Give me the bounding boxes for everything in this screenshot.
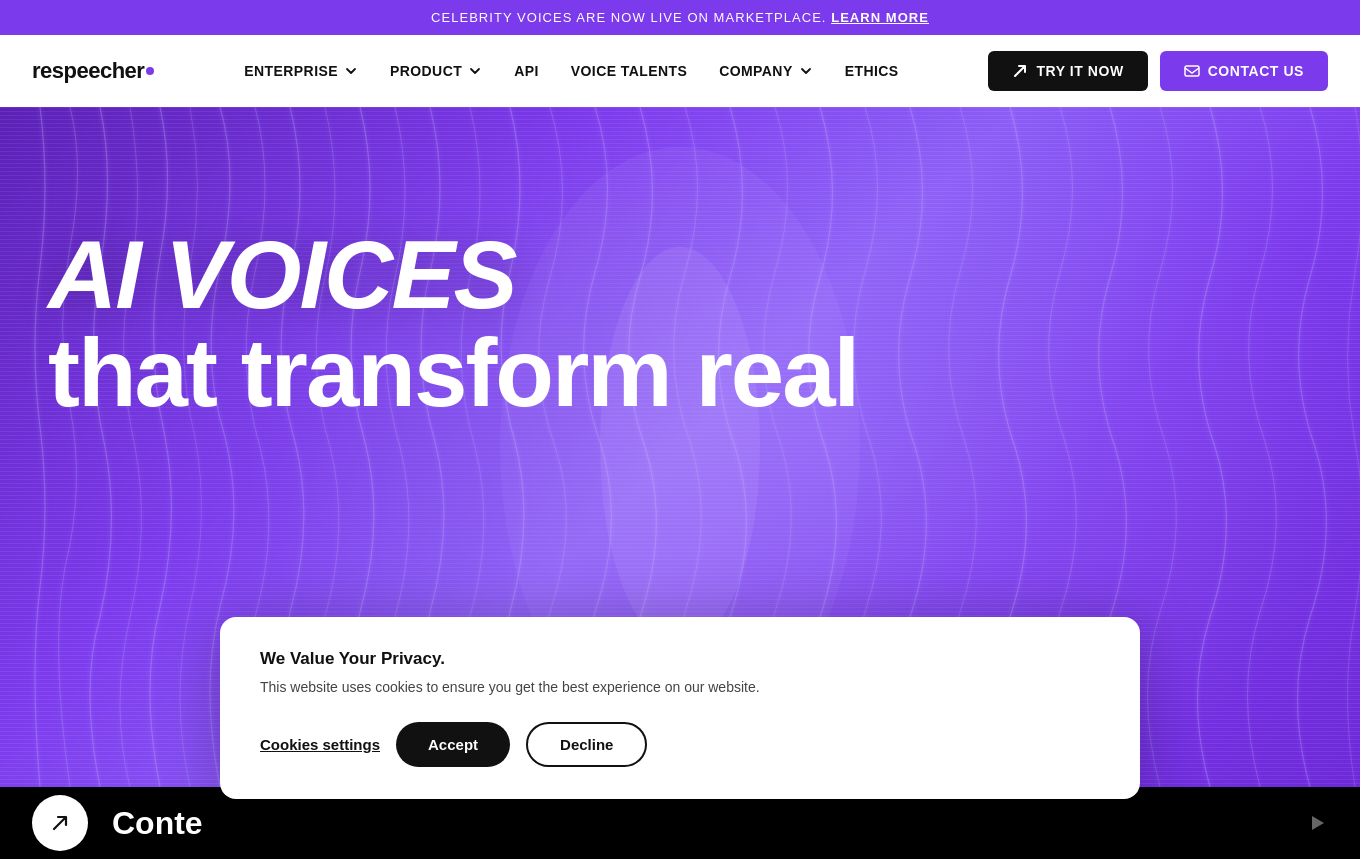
cookie-actions: Cookies settings Accept Decline bbox=[260, 722, 1100, 767]
chevron-down-icon bbox=[468, 64, 482, 78]
announcement-banner: CELEBRITY VOICES ARE NOW LIVE ON MARKETP… bbox=[0, 0, 1360, 35]
main-nav: ENTERPRISEPRODUCTAPIVOICE TALENTSCOMPANY… bbox=[232, 55, 910, 87]
hero-title-italic: AI VOICES bbox=[48, 227, 1312, 323]
hero-content: AI VOICES that transform real bbox=[0, 107, 1360, 484]
header: respeecher ENTERPRISEPRODUCTAPIVOICE TAL… bbox=[0, 35, 1360, 107]
svg-rect-0 bbox=[1185, 66, 1199, 76]
play-icon-container bbox=[1304, 811, 1328, 835]
contact-us-button[interactable]: CONTACT US bbox=[1160, 51, 1328, 91]
nav-item-voice-talents[interactable]: VOICE TALENTS bbox=[559, 55, 699, 87]
nav-item-enterprise[interactable]: ENTERPRISE bbox=[232, 55, 370, 87]
announcement-text: CELEBRITY VOICES ARE NOW LIVE ON MARKETP… bbox=[431, 10, 826, 25]
cookie-banner: We Value Your Privacy. This website uses… bbox=[220, 617, 1140, 799]
cookie-decline-button[interactable]: Decline bbox=[526, 722, 647, 767]
cookie-accept-button[interactable]: Accept bbox=[396, 722, 510, 767]
announcement-cta[interactable]: LEARN MORE bbox=[831, 10, 929, 25]
mail-icon bbox=[1184, 63, 1200, 79]
nav-actions: TRY IT NOW CONTACT US bbox=[988, 51, 1328, 91]
logo[interactable]: respeecher bbox=[32, 58, 154, 84]
nav-item-ethics[interactable]: ETHICS bbox=[833, 55, 911, 87]
cookie-settings-button[interactable]: Cookies settings bbox=[260, 724, 380, 765]
nav-item-product[interactable]: PRODUCT bbox=[378, 55, 494, 87]
bottom-cta-button[interactable] bbox=[32, 795, 88, 851]
cookie-description: This website uses cookies to ensure you … bbox=[260, 677, 1100, 698]
cookie-title: We Value Your Privacy. bbox=[260, 649, 1100, 669]
bottom-bar-text: Conte bbox=[112, 805, 203, 842]
external-link-icon bbox=[1012, 63, 1028, 79]
try-it-now-button[interactable]: TRY IT NOW bbox=[988, 51, 1147, 91]
hero-title-normal: that transform real bbox=[48, 323, 1312, 424]
chevron-down-icon bbox=[799, 64, 813, 78]
nav-item-api[interactable]: API bbox=[502, 55, 551, 87]
chevron-down-icon bbox=[344, 64, 358, 78]
arrow-up-right-icon bbox=[50, 813, 70, 833]
logo-dot bbox=[146, 67, 154, 75]
nav-item-company[interactable]: COMPANY bbox=[707, 55, 824, 87]
play-icon bbox=[1304, 811, 1328, 835]
